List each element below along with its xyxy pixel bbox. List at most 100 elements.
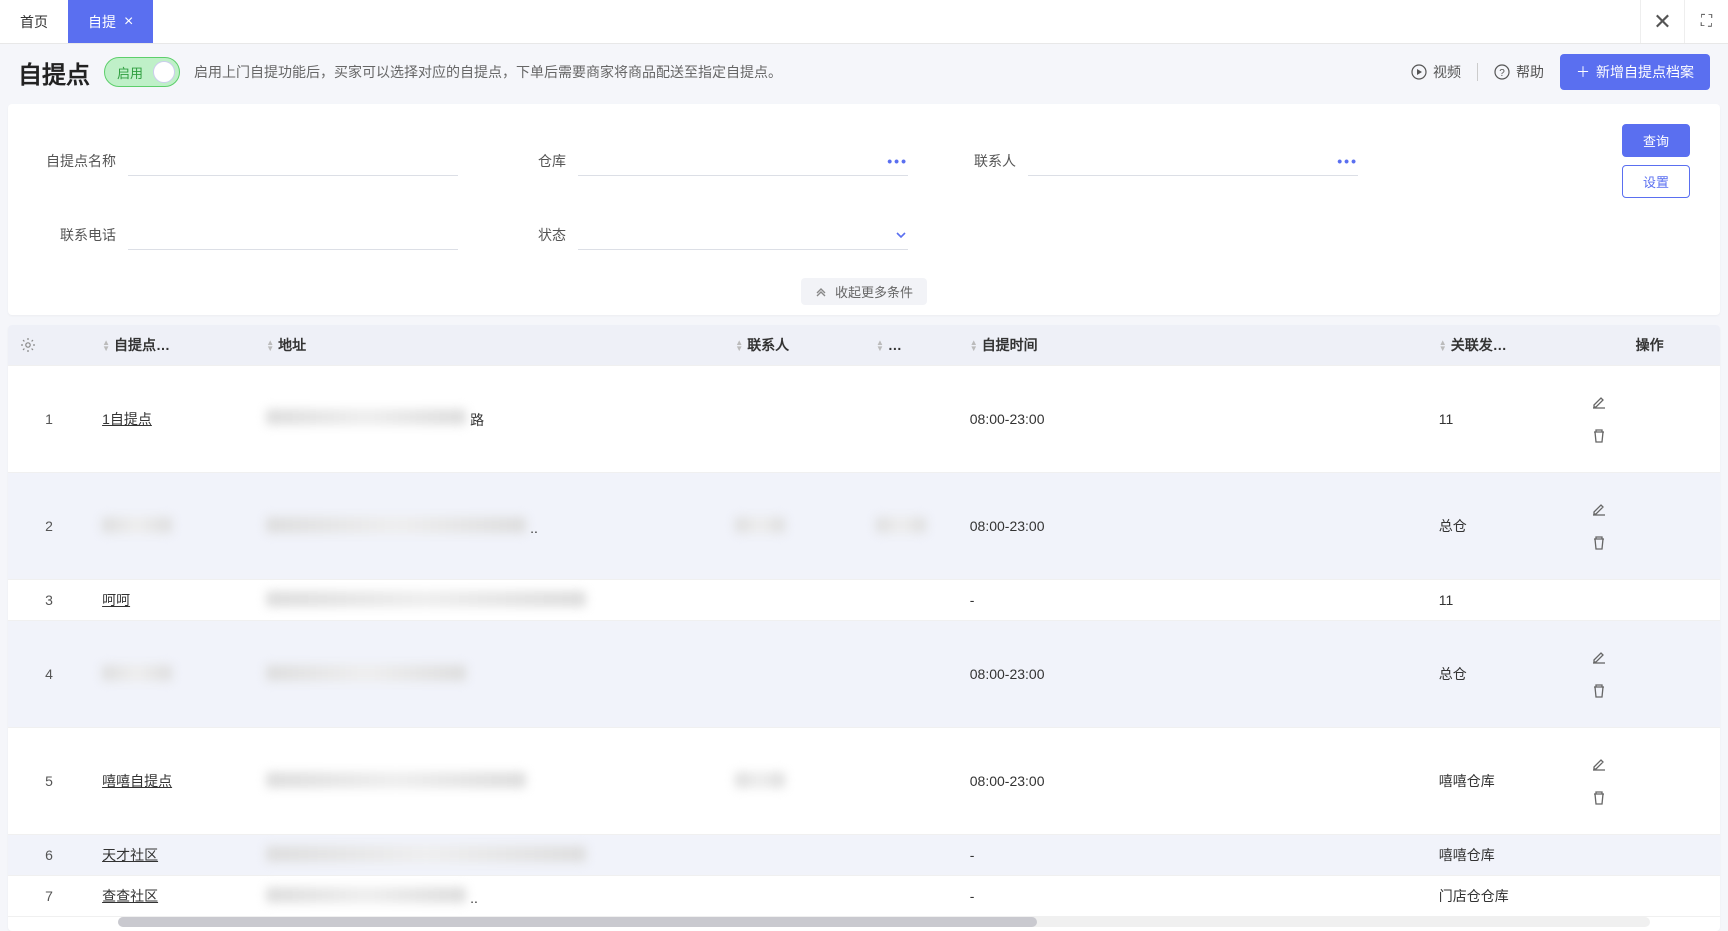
scrollbar-thumb[interactable]	[118, 917, 1037, 927]
delete-icon[interactable]	[1591, 428, 1708, 444]
table-row: 408:00-23:00总仓	[8, 621, 1720, 728]
cell-relation: 嘻嘻仓库	[1427, 728, 1579, 835]
cell-contact	[723, 366, 864, 473]
filter-status-label: 状态	[488, 225, 578, 245]
cell-contact	[723, 621, 864, 728]
tab-pickup[interactable]: 自提 ×	[68, 0, 153, 43]
filter-phone-input[interactable]	[128, 220, 458, 250]
row-name-link[interactable]: 天才社区	[102, 847, 158, 863]
filter-warehouse-label: 仓库	[488, 151, 578, 171]
delete-icon[interactable]	[1591, 683, 1708, 699]
row-index: 1	[8, 366, 90, 473]
close-icon[interactable]: ×	[124, 13, 133, 31]
help-link[interactable]: ? 帮助	[1494, 62, 1544, 82]
data-table: ▲▼自提点… ▲▼地址 ▲▼联系人 ▲▼… ▲▼自提时间 ▲▼关联发… 操作 1…	[8, 325, 1720, 931]
edit-icon[interactable]	[1591, 649, 1708, 665]
add-pickup-button[interactable]: ＋ 新增自提点档案	[1560, 54, 1710, 90]
cell-time: 08:00-23:00	[958, 473, 1427, 580]
filter-name: 自提点名称	[38, 124, 458, 198]
divider	[1477, 63, 1478, 81]
filter-status-select[interactable]	[578, 220, 888, 250]
filter-name-label: 自提点名称	[38, 151, 128, 171]
tab-pickup-label: 自提	[88, 12, 116, 32]
delete-icon[interactable]	[1591, 535, 1708, 551]
add-pickup-label: 新增自提点档案	[1596, 62, 1694, 82]
row-name-link[interactable]: 呵呵	[102, 592, 130, 608]
cell-time: 08:00-23:00	[958, 621, 1427, 728]
row-name-link[interactable]: 嘻嘻自提点	[102, 773, 172, 789]
cell-name: 天才社区	[90, 835, 254, 876]
toggle-knob	[153, 61, 175, 83]
cell-ops	[1579, 473, 1720, 580]
column-settings[interactable]	[8, 325, 90, 366]
cell-relation: 总仓	[1427, 473, 1579, 580]
filter-name-input[interactable]	[128, 146, 458, 176]
table-row: 6天才社区-嘻嘻仓库	[8, 835, 1720, 876]
col-name[interactable]: ▲▼自提点…	[90, 325, 254, 366]
close-all-button[interactable]: ✕	[1640, 0, 1684, 43]
enable-toggle[interactable]: 启用	[104, 57, 180, 87]
col-phone[interactable]: ▲▼…	[864, 325, 958, 366]
row-index: 7	[8, 876, 90, 917]
cell-contact	[723, 728, 864, 835]
query-button[interactable]: 查询	[1622, 124, 1690, 157]
table-row: 5嘻嘻自提点08:00-23:00嘻嘻仓库	[8, 728, 1720, 835]
cell-address: ..	[254, 473, 723, 580]
chevron-down-icon[interactable]	[888, 220, 908, 250]
more-icon[interactable]: •••	[1331, 146, 1358, 176]
col-address[interactable]: ▲▼地址	[254, 325, 723, 366]
more-icon[interactable]: •••	[881, 146, 908, 176]
row-index: 5	[8, 728, 90, 835]
col-relation[interactable]: ▲▼关联发…	[1427, 325, 1579, 366]
cell-relation: 嘻嘻仓库	[1427, 835, 1579, 876]
settings-button[interactable]: 设置	[1622, 165, 1690, 198]
col-contact[interactable]: ▲▼联系人	[723, 325, 864, 366]
row-index: 4	[8, 621, 90, 728]
edit-icon[interactable]	[1591, 394, 1708, 410]
collapse-filters-button[interactable]: 收起更多条件	[801, 278, 927, 305]
filter-contact: 联系人 •••	[938, 124, 1358, 198]
table-header-row: ▲▼自提点… ▲▼地址 ▲▼联系人 ▲▼… ▲▼自提时间 ▲▼关联发… 操作	[8, 325, 1720, 366]
filter-contact-label: 联系人	[938, 151, 1028, 171]
cell-ops	[1579, 728, 1720, 835]
cell-phone	[864, 835, 958, 876]
sort-icon: ▲▼	[266, 340, 274, 352]
delete-icon[interactable]	[1591, 790, 1708, 806]
cell-phone	[864, 580, 958, 621]
cell-address	[254, 621, 723, 728]
cell-name: 查查社区	[90, 876, 254, 917]
video-link[interactable]: 视频	[1411, 62, 1461, 82]
row-name-link[interactable]: 查查社区	[102, 888, 158, 904]
horizontal-scrollbar[interactable]	[118, 917, 1650, 927]
cell-time: -	[958, 876, 1427, 917]
page-header: 自提点 启用 启用上门自提功能后，买家可以选择对应的自提点，下单后需要商家将商品…	[0, 44, 1728, 104]
filter-warehouse-input[interactable]	[578, 146, 881, 176]
col-time[interactable]: ▲▼自提时间	[958, 325, 1427, 366]
sort-icon: ▲▼	[970, 340, 978, 352]
edit-icon[interactable]	[1591, 501, 1708, 517]
cell-name: 嘻嘻自提点	[90, 728, 254, 835]
plus-icon: ＋	[1576, 62, 1590, 82]
filter-status: 状态	[488, 220, 908, 250]
tab-home[interactable]: 首页	[0, 0, 68, 43]
cell-relation: 11	[1427, 366, 1579, 473]
filter-contact-input[interactable]	[1028, 146, 1331, 176]
fullscreen-button[interactable]: ⛶	[1684, 0, 1728, 43]
table-row: 3呵呵-11	[8, 580, 1720, 621]
row-name-link[interactable]: 1自提点	[102, 411, 152, 427]
cell-phone	[864, 876, 958, 917]
video-label: 视频	[1433, 62, 1461, 82]
play-icon	[1411, 64, 1427, 80]
edit-icon[interactable]	[1591, 756, 1708, 772]
cell-phone	[864, 473, 958, 580]
toggle-label: 启用	[117, 63, 143, 82]
cell-name	[90, 473, 254, 580]
gear-icon	[20, 337, 36, 353]
cell-address: 路	[254, 366, 723, 473]
cell-contact	[723, 835, 864, 876]
row-index: 6	[8, 835, 90, 876]
cell-contact	[723, 473, 864, 580]
cell-address	[254, 835, 723, 876]
row-index: 2	[8, 473, 90, 580]
cell-relation: 11	[1427, 580, 1579, 621]
